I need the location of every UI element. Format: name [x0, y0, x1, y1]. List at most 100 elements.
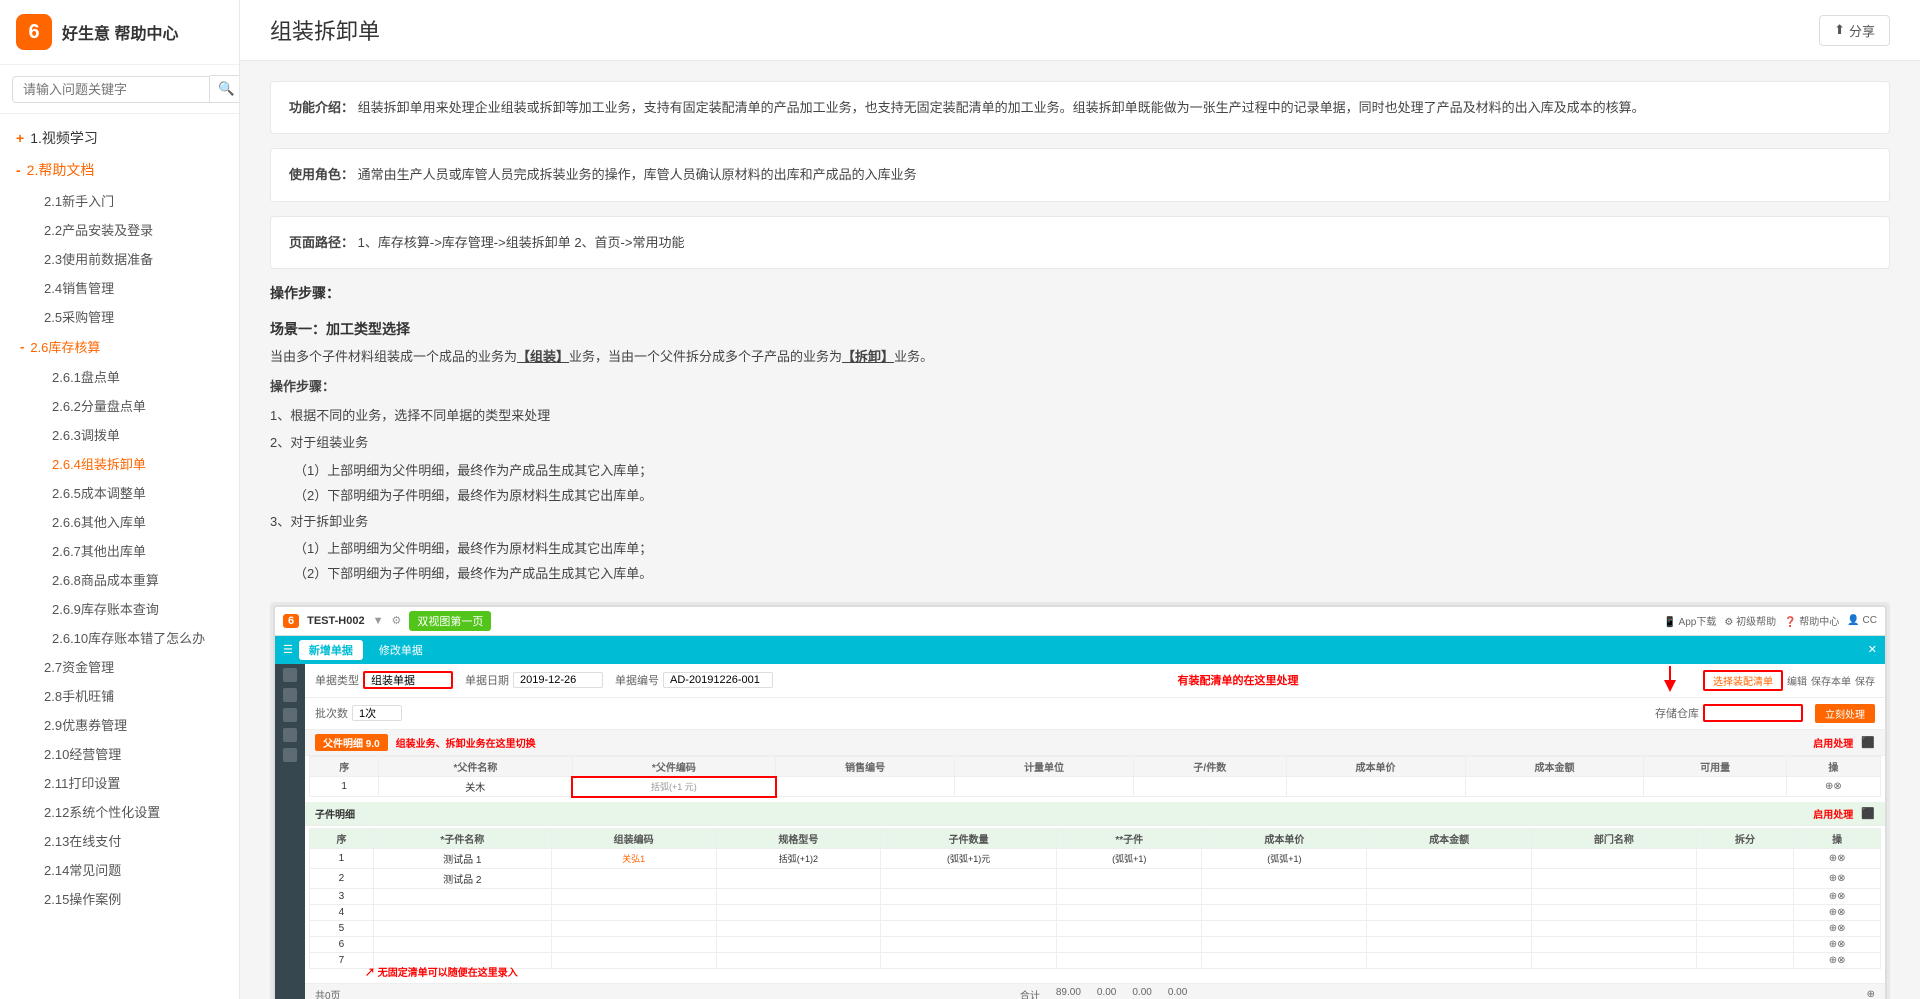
sidebar-item-operation[interactable]: 2.10经营管理: [20, 739, 239, 768]
sidebar-item-other-out[interactable]: 2.6.7其他出库单: [36, 536, 239, 565]
sidebar-item-transfer[interactable]: 2.6.3调拨单: [36, 420, 239, 449]
mock-btn-execute[interactable]: 立刻处理: [1815, 704, 1875, 723]
mock-lower-table-container: 序 *子件名称 组装编码 规格型号 子件数量 **子件 成本单价 成本金额: [305, 828, 1885, 971]
mock-field-no: 单据编号: [615, 672, 773, 688]
sidebar-item-assembly[interactable]: 2.6.4组装拆卸单: [36, 449, 239, 478]
sidebar-item-label-docs: 2.帮助文档: [27, 160, 95, 180]
mock-expand-icon[interactable]: ⬛: [1861, 736, 1875, 749]
step-2: 2、对于组装业务: [270, 431, 1890, 454]
sidebar-item-payment[interactable]: 2.13在线支付: [20, 826, 239, 855]
sidebar-item-docs[interactable]: - 2.帮助文档: [0, 154, 239, 186]
mock-field-storage: 存储仓库: [1655, 704, 1803, 722]
mock-toolbar: ☰ 新增单据 修改单据 ✕: [275, 636, 1885, 664]
sidebar-item-sales[interactable]: 2.4销售管理: [20, 273, 239, 302]
sidebar-item-settings[interactable]: 2.12系统个性化设置: [20, 797, 239, 826]
mock-form-area: 单据类型 单据日期 单据编号: [305, 664, 1885, 698]
app-logo-icon: 6: [16, 14, 52, 50]
share-icon: ⬆: [1834, 22, 1845, 38]
mock-footer-pagination: 共0页: [315, 987, 341, 999]
step-2-2: （2）下部明细为子件明细，最终作为原材料生成其它出库单。: [294, 484, 1890, 507]
info-text-role: 通常由生产人员或库管人员完成拆装业务的操作，库管人员确认原材料的出库和产成品的入…: [358, 167, 917, 182]
sidebar-item-inventory-error[interactable]: 2.6.10库存账本错了怎么办: [36, 623, 239, 652]
table-row: 2 测试品 2: [310, 868, 1881, 888]
table-row: 1 关木 括弧(+1 元): [310, 777, 1881, 797]
mock-tab-new[interactable]: 新增单据: [299, 640, 363, 660]
sidebar-item-cost-recalc[interactable]: 2.6.8商品成本重算: [36, 565, 239, 594]
mock-field-date: 单据日期: [465, 672, 603, 688]
sidebar-item-inventory-book[interactable]: 2.6.9库存账本查询: [36, 594, 239, 623]
mock-btn-apply-bom[interactable]: 选择装配清单: [1703, 670, 1783, 691]
search-area: 🔍: [0, 65, 239, 114]
mock-upper-table: 序 *父件名称 *父件编码 销售编号 计量单位 子/件数 成本单价 成本金额: [309, 756, 1881, 798]
main-area: 组装拆卸单 ⬆ 分享 功能介绍： 组装拆卸单用来处理企业组装或拆卸等加工业务，支…: [240, 0, 1920, 999]
annotation-no-bom: ↗ 无固定清单可以随便在这里录入: [365, 964, 518, 979]
sidebar-item-mobile[interactable]: 2.8手机旺铺: [20, 681, 239, 710]
annotation-enable-lower: 启用处理: [1813, 806, 1853, 821]
info-box-role: 使用角色： 通常由生产人员或库管人员完成拆装业务的操作，库管人员确认原材料的出库…: [270, 148, 1890, 201]
step-2-1: （1）上部明细为父件明细，最终作为产成品生成其它入库单；: [294, 459, 1890, 482]
share-button[interactable]: ⬆ 分享: [1819, 15, 1890, 46]
sidebar-item-install[interactable]: 2.2产品安装及登录: [20, 215, 239, 244]
sidebar-item-partial-stocktake[interactable]: 2.6.2分量盘点单: [36, 391, 239, 420]
operation-section: 操作步骤：: [270, 283, 1890, 303]
sidebar-item-other-in[interactable]: 2.6.6其他入库单: [36, 507, 239, 536]
scenario-desc: 当由多个子件材料组装成一个成品的业务为【组装】业务，当由一个父件拆分成多个子产品…: [270, 345, 1890, 368]
mock-input-num[interactable]: [352, 705, 402, 721]
sidebar-item-print[interactable]: 2.11打印设置: [20, 768, 239, 797]
sidebar-item-stocktake[interactable]: 2.6.1盘点单: [36, 362, 239, 391]
step-3: 3、对于拆卸业务: [270, 510, 1890, 533]
sidebar-item-inventory[interactable]: - 2.6库存核算: [20, 331, 239, 362]
mock-input-type[interactable]: [363, 671, 453, 689]
sidebar-item-finance[interactable]: 2.7资金管理: [20, 652, 239, 681]
search-input[interactable]: [12, 76, 210, 103]
mock-ui: 6 TEST-H002 ▼ ⚙ 双视图第一页 📱 App下载 ⚙ 初级帮助 ❓ …: [273, 605, 1887, 999]
info-box-intro: 功能介绍： 组装拆卸单用来处理企业组装或拆卸等加工业务，支持有固定装配清单的产品…: [270, 81, 1890, 134]
sidebar-item-label-video: 1.视频学习: [30, 128, 98, 148]
sidebar-item-examples[interactable]: 2.15操作案例: [20, 884, 239, 913]
info-label-intro: 功能介绍：: [289, 100, 354, 115]
scenario-title: 场景一：加工类型选择: [270, 319, 1890, 339]
sidebar-item-coupon[interactable]: 2.9优惠券管理: [20, 710, 239, 739]
sidebar-item-cost-adjust[interactable]: 2.6.5成本调整单: [36, 478, 239, 507]
sidebar-item-faq[interactable]: 2.14常见问题: [20, 855, 239, 884]
mock-section-header-lower: 子件明细 启用处理 ⬛: [305, 802, 1885, 826]
mock-upper-table-container: 序 *父件名称 *父件编码 销售编号 计量单位 子/件数 成本单价 成本金额: [305, 756, 1885, 802]
mock-footer-right: ⊕: [1867, 989, 1875, 999]
inventory-children: 2.6.1盘点单 2.6.2分量盘点单 2.6.3调拨单 2.6.4组装拆卸单 …: [20, 362, 239, 652]
mock-logo: 6: [283, 614, 299, 628]
mock-input-no[interactable]: [663, 672, 773, 688]
mock-tab-edit[interactable]: 修改单据: [369, 640, 433, 660]
sidebar-item-prepare[interactable]: 2.3使用前数据准备: [20, 244, 239, 273]
steps-list: 1、根据不同的业务，选择不同单据的类型来处理 2、对于组装业务 （1）上部明细为…: [270, 404, 1890, 586]
mock-btn-doubleview[interactable]: 双视图第一页: [409, 611, 491, 631]
steps-title: 操作步骤：: [270, 375, 1890, 398]
operation-title: 操作步骤：: [270, 283, 1890, 303]
expand-icon-docs: -: [16, 162, 21, 178]
mock-badge-upper: 父件明细 9.0: [315, 734, 388, 751]
info-box-path: 页面路径： 1、库存核算->库存管理->组装拆卸单 2、首页->常用功能: [270, 216, 1890, 269]
main-header: 组装拆卸单 ⬆ 分享: [240, 0, 1920, 61]
scenario-section: 场景一：加工类型选择 当由多个子件材料组装成一个成品的业务为【组装】业务，当由一…: [270, 319, 1890, 586]
sidebar-nav: + 1.视频学习 - 2.帮助文档 2.1新手入门 2.2产品安装及登录 2.3…: [0, 114, 239, 999]
table-row: 5⊕⊗: [310, 920, 1881, 936]
search-button[interactable]: 🔍: [210, 75, 240, 103]
mock-footer-totals: 合计 89.00 0.00 0.00 0.00: [1020, 987, 1187, 999]
sidebar-item-purchase[interactable]: 2.5采购管理: [20, 302, 239, 331]
step-3-1: （1）上部明细为父件明细，最终作为原材料生成其它出库单；: [294, 537, 1890, 560]
mock-left-icons: [275, 664, 305, 999]
mock-sidebar-toggle[interactable]: ☰: [283, 643, 293, 656]
mock-close-icon[interactable]: ✕: [1868, 643, 1877, 656]
docs-children: 2.1新手入门 2.2产品安装及登录 2.3使用前数据准备 2.4销售管理 2.…: [0, 186, 239, 913]
mock-id: TEST-H002: [307, 615, 364, 627]
mock-input-date[interactable]: [513, 672, 603, 688]
mock-input-storage[interactable]: [1703, 704, 1803, 722]
app-name: 好生意 帮助中心: [62, 20, 178, 44]
sidebar-item-newcomer[interactable]: 2.1新手入门: [20, 186, 239, 215]
expand-icon-inventory: -: [20, 339, 24, 354]
mock-expand-lower-icon[interactable]: ⬛: [1861, 807, 1875, 820]
annotation-enable: 启用处理: [1813, 735, 1853, 750]
logo-area: 6 好生意 帮助中心: [0, 0, 239, 65]
mock-section-header: 父件明细 9.0 组装业务、拆卸业务在这里切换 启用处理 ⬛: [305, 730, 1885, 756]
table-row: 1 测试品 1 关弘1 括弧(+1)2 (弧弧+1)元 (弧弧+1) (弧弧+1…: [310, 848, 1881, 868]
sidebar-item-video[interactable]: + 1.视频学习: [0, 122, 239, 154]
